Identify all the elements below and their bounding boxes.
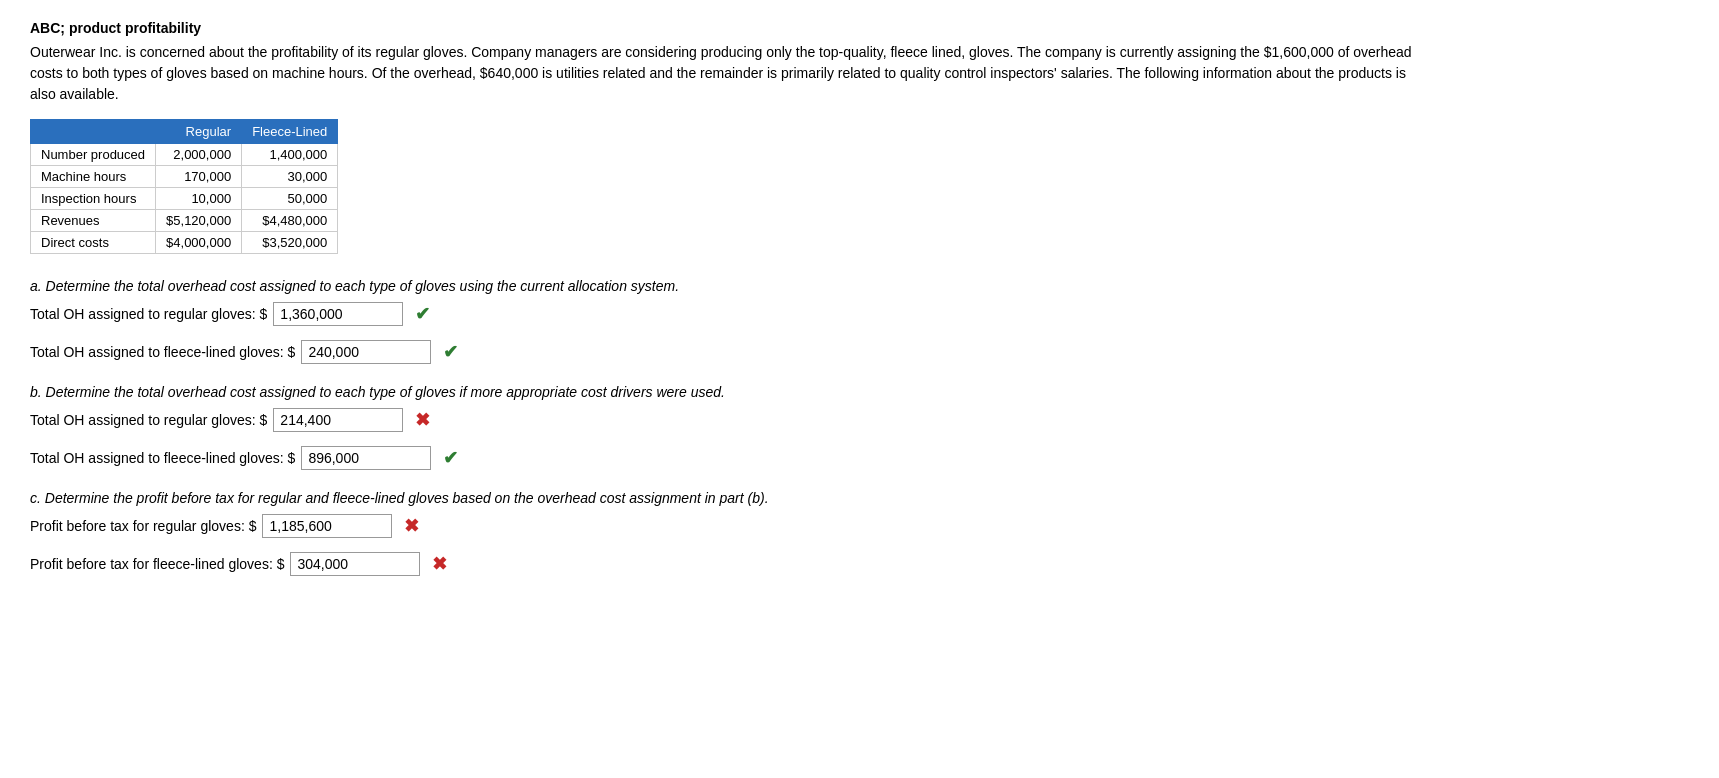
row-label: Machine hours	[31, 166, 156, 188]
section-a-label: a. Determine the total overhead cost ass…	[30, 278, 1689, 294]
section-b-row1-incorrect-icon: ✖	[415, 409, 430, 431]
row-value: 10,000	[156, 188, 242, 210]
section-a-row1-correct-icon: ✔	[415, 303, 430, 325]
row-value: 1,400,000	[242, 144, 338, 166]
table-row: Inspection hours10,00050,000	[31, 188, 338, 210]
row-value: $5,120,000	[156, 210, 242, 232]
section-c-row1-label: Profit before tax for regular gloves: $	[30, 518, 256, 534]
section-b-row2-input[interactable]	[301, 446, 431, 470]
row-label: Direct costs	[31, 232, 156, 254]
row-value: 30,000	[242, 166, 338, 188]
section-a-row1-label: Total OH assigned to regular gloves: $	[30, 306, 267, 322]
section-c: c. Determine the profit before tax for r…	[30, 490, 1689, 576]
section-c-row2: Profit before tax for fleece-lined glove…	[30, 552, 1689, 576]
section-c-row1-input[interactable]	[262, 514, 392, 538]
section-c-label: c. Determine the profit before tax for r…	[30, 490, 1689, 506]
section-a-row1-input[interactable]	[273, 302, 403, 326]
section-b-label: b. Determine the total overhead cost ass…	[30, 384, 1689, 400]
row-value: 170,000	[156, 166, 242, 188]
section-c-row2-label: Profit before tax for fleece-lined glove…	[30, 556, 284, 572]
col-header-regular: Regular	[156, 120, 242, 144]
section-c-row1-incorrect-icon: ✖	[404, 515, 419, 537]
row-value: 2,000,000	[156, 144, 242, 166]
section-b: b. Determine the total overhead cost ass…	[30, 384, 1689, 470]
page-title: ABC; product profitability	[30, 20, 1689, 36]
row-value: $4,000,000	[156, 232, 242, 254]
col-header-label	[31, 120, 156, 144]
col-header-fleece-lined: Fleece-Lined	[242, 120, 338, 144]
row-value: $3,520,000	[242, 232, 338, 254]
section-a-row1: Total OH assigned to regular gloves: $ ✔	[30, 302, 1689, 326]
section-a: a. Determine the total overhead cost ass…	[30, 278, 1689, 364]
table-row: Machine hours170,00030,000	[31, 166, 338, 188]
row-label: Inspection hours	[31, 188, 156, 210]
table-row: Direct costs$4,000,000$3,520,000	[31, 232, 338, 254]
description-text: Outerwear Inc. is concerned about the pr…	[30, 42, 1430, 105]
section-b-row2: Total OH assigned to fleece-lined gloves…	[30, 446, 1689, 470]
row-label: Revenues	[31, 210, 156, 232]
row-value: 50,000	[242, 188, 338, 210]
section-a-row2: Total OH assigned to fleece-lined gloves…	[30, 340, 1689, 364]
table-row: Revenues$5,120,000$4,480,000	[31, 210, 338, 232]
section-c-row2-incorrect-icon: ✖	[432, 553, 447, 575]
section-a-row2-label: Total OH assigned to fleece-lined gloves…	[30, 344, 295, 360]
section-b-row1-label: Total OH assigned to regular gloves: $	[30, 412, 267, 428]
table-row: Number produced2,000,0001,400,000	[31, 144, 338, 166]
row-label: Number produced	[31, 144, 156, 166]
section-c-row2-input[interactable]	[290, 552, 420, 576]
section-b-row2-correct-icon: ✔	[443, 447, 458, 469]
section-a-row2-input[interactable]	[301, 340, 431, 364]
section-b-row2-label: Total OH assigned to fleece-lined gloves…	[30, 450, 295, 466]
section-c-row1: Profit before tax for regular gloves: $ …	[30, 514, 1689, 538]
section-b-row1: Total OH assigned to regular gloves: $ ✖	[30, 408, 1689, 432]
section-b-row1-input[interactable]	[273, 408, 403, 432]
row-value: $4,480,000	[242, 210, 338, 232]
section-a-row2-correct-icon: ✔	[443, 341, 458, 363]
product-data-table: Regular Fleece-Lined Number produced2,00…	[30, 119, 338, 254]
